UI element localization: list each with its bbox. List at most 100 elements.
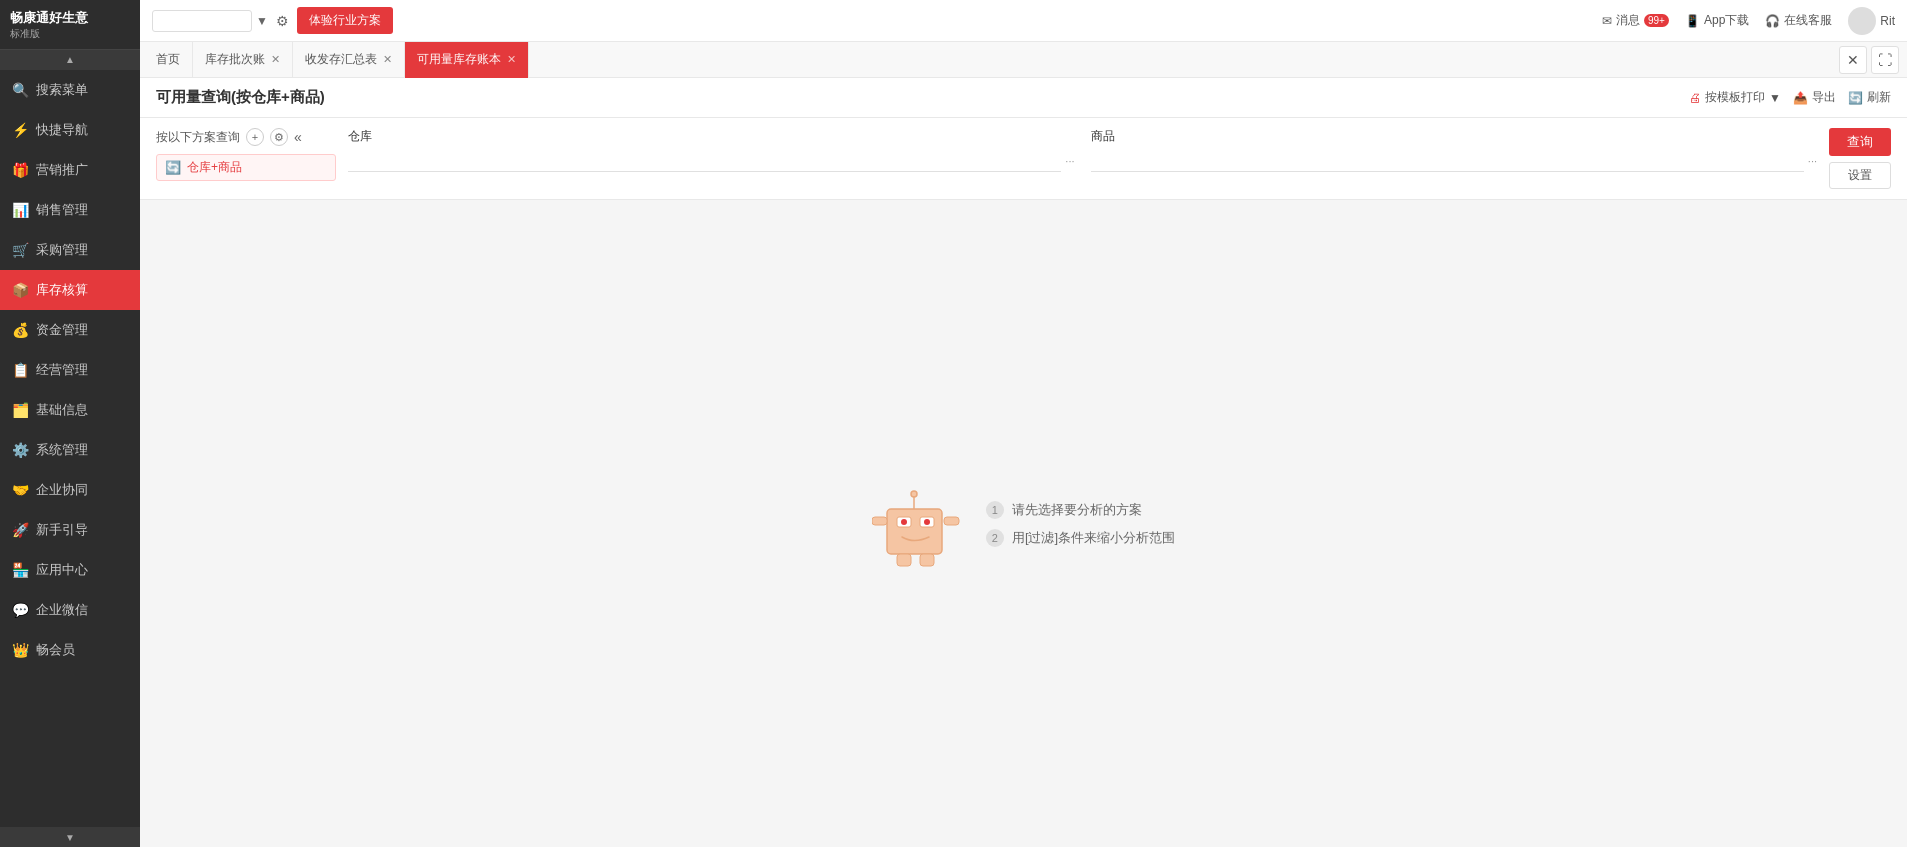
tab-available[interactable]: 可用量库存账本 ✕: [405, 42, 529, 78]
main-content: ▼ ⚙ 体验行业方案 ✉ 消息 99+ 📱 App下载 🎧 在线客服 Rit: [140, 0, 1907, 847]
tab-summary-label: 收发存汇总表: [305, 51, 377, 68]
filter-scheme-item[interactable]: 🔄 仓库+商品: [156, 154, 336, 181]
tab-available-label: 可用量库存账本: [417, 51, 501, 68]
sidebar-item-shortcut[interactable]: ⚡ 快捷导航: [0, 110, 140, 150]
search-input[interactable]: [152, 10, 252, 32]
goods-label: 商品: [1091, 128, 1818, 145]
filter-collapse-icon[interactable]: «: [294, 129, 302, 145]
industry-solution-button[interactable]: 体验行业方案: [297, 7, 393, 34]
tabs-bar: 首页 库存批次账 ✕ 收发存汇总表 ✕ 可用量库存账本 ✕ ✕ ⛶: [140, 42, 1907, 78]
sidebar-item-label: 资金管理: [36, 321, 88, 339]
guide-icon: 🚀: [12, 522, 28, 538]
filter-add-button[interactable]: +: [246, 128, 264, 146]
print-dropdown-icon[interactable]: ▼: [1769, 91, 1781, 105]
tab-expand-button[interactable]: ⛶: [1871, 46, 1899, 74]
svg-rect-10: [920, 554, 934, 566]
warehouse-more-button[interactable]: ···: [1065, 155, 1074, 167]
sidebar-item-label: 库存核算: [36, 281, 88, 299]
tip-text-2: 用[过滤]条件来缩小分析范围: [1012, 529, 1175, 547]
refresh-button[interactable]: 🔄 刷新: [1848, 89, 1891, 106]
export-label: 导出: [1812, 89, 1836, 106]
sidebar-item-sales[interactable]: 📊 销售管理: [0, 190, 140, 230]
tab-available-close[interactable]: ✕: [507, 53, 516, 66]
sidebar-item-cooperation[interactable]: 🤝 企业协同: [0, 470, 140, 510]
goods-input[interactable]: [1091, 149, 1804, 172]
empty-state: 1 请先选择要分析的方案 2 用[过滤]条件来缩小分析范围: [872, 479, 1175, 569]
sidebar-item-inventory[interactable]: 📦 库存核算: [0, 270, 140, 310]
topbar: ▼ ⚙ 体验行业方案 ✉ 消息 99+ 📱 App下载 🎧 在线客服 Rit: [140, 0, 1907, 42]
filter-settings-button[interactable]: ⚙: [270, 128, 288, 146]
sidebar-item-search[interactable]: 🔍 搜索菜单: [0, 70, 140, 110]
message-label: 消息: [1616, 12, 1640, 29]
empty-tip-1: 1 请先选择要分析的方案: [986, 501, 1175, 519]
sidebar-item-label: 系统管理: [36, 441, 88, 459]
content-area: 1 请先选择要分析的方案 2 用[过滤]条件来缩小分析范围: [140, 200, 1907, 847]
sidebar-item-label: 搜索菜单: [36, 81, 88, 99]
sidebar-scroll-up[interactable]: ▲: [0, 50, 140, 70]
tab-close-button[interactable]: ✕: [1839, 46, 1867, 74]
sidebar-item-label: 企业协同: [36, 481, 88, 499]
logo-sub: 标准版: [10, 27, 130, 41]
refresh-label: 刷新: [1867, 89, 1891, 106]
sidebar-item-wechat[interactable]: 💬 企业微信: [0, 590, 140, 630]
filter-label: 按以下方案查询 + ⚙ «: [156, 128, 336, 146]
print-label: 按模板打印: [1705, 89, 1765, 106]
tab-home-label: 首页: [156, 51, 180, 68]
refresh-icon: 🔄: [1848, 91, 1863, 105]
svg-rect-7: [872, 517, 887, 525]
tab-batch-label: 库存批次账: [205, 51, 265, 68]
sidebar-item-basic[interactable]: 🗂️ 基础信息: [0, 390, 140, 430]
sidebar-item-marketing[interactable]: 🎁 营销推广: [0, 150, 140, 190]
svg-rect-0: [887, 509, 942, 554]
scheme-label: 仓库+商品: [187, 159, 242, 176]
sidebar-item-finance[interactable]: 💰 资金管理: [0, 310, 140, 350]
sidebar-item-apps[interactable]: 🏪 应用中心: [0, 550, 140, 590]
tab-batch-close[interactable]: ✕: [271, 53, 280, 66]
scheme-icon: 🔄: [165, 160, 181, 175]
topbar-gear-icon[interactable]: ⚙: [276, 13, 289, 29]
empty-state-icon: [872, 479, 962, 569]
user-profile[interactable]: Rit: [1848, 7, 1895, 35]
marketing-icon: 🎁: [12, 162, 28, 178]
tab-home[interactable]: 首页: [144, 42, 193, 78]
shortcut-icon: ⚡: [12, 122, 28, 138]
goods-more-button[interactable]: ···: [1808, 155, 1817, 167]
online-service-label: 在线客服: [1784, 12, 1832, 29]
finance-icon: 💰: [12, 322, 28, 338]
print-button[interactable]: 🖨 按模板打印 ▼: [1689, 89, 1781, 106]
sidebar-item-vip[interactable]: 👑 畅会员: [0, 630, 140, 670]
cooperation-icon: 🤝: [12, 482, 28, 498]
sidebar-item-label: 营销推广: [36, 161, 88, 179]
search-menu-icon: 🔍: [12, 82, 28, 98]
wechat-icon: 💬: [12, 602, 28, 618]
sidebar-item-purchase[interactable]: 🛒 采购管理: [0, 230, 140, 270]
tab-summary-close[interactable]: ✕: [383, 53, 392, 66]
message-action[interactable]: ✉ 消息 99+: [1602, 12, 1669, 29]
settings-button[interactable]: 设置: [1829, 162, 1891, 189]
system-icon: ⚙️: [12, 442, 28, 458]
app-download-action[interactable]: 📱 App下载: [1685, 12, 1749, 29]
sidebar-item-label: 应用中心: [36, 561, 88, 579]
export-button[interactable]: 📤 导出: [1793, 89, 1836, 106]
search-dropdown-icon[interactable]: ▼: [256, 14, 268, 28]
sidebar-item-system[interactable]: ⚙️ 系统管理: [0, 430, 140, 470]
tab-batch[interactable]: 库存批次账 ✕: [193, 42, 293, 78]
online-service-action[interactable]: 🎧 在线客服: [1765, 12, 1832, 29]
query-button[interactable]: 查询: [1829, 128, 1891, 156]
inventory-icon: 📦: [12, 282, 28, 298]
sidebar-item-operation[interactable]: 📋 经营管理: [0, 350, 140, 390]
warehouse-label: 仓库: [348, 128, 1075, 145]
sidebar-item-guide[interactable]: 🚀 新手引导: [0, 510, 140, 550]
apps-icon: 🏪: [12, 562, 28, 578]
sidebar-item-label: 采购管理: [36, 241, 88, 259]
page-header-actions: 🖨 按模板打印 ▼ 📤 导出 🔄 刷新: [1689, 89, 1891, 106]
app-download-icon: 📱: [1685, 14, 1700, 28]
warehouse-filter-field: 仓库 ···: [348, 128, 1075, 172]
sidebar-scroll-down[interactable]: ▼: [0, 827, 140, 847]
tab-summary[interactable]: 收发存汇总表 ✕: [293, 42, 405, 78]
app-download-label: App下载: [1704, 12, 1749, 29]
topbar-search-area: ▼: [152, 10, 268, 32]
username-label: Rit: [1880, 14, 1895, 28]
warehouse-input[interactable]: [348, 149, 1061, 172]
svg-point-3: [901, 519, 907, 525]
